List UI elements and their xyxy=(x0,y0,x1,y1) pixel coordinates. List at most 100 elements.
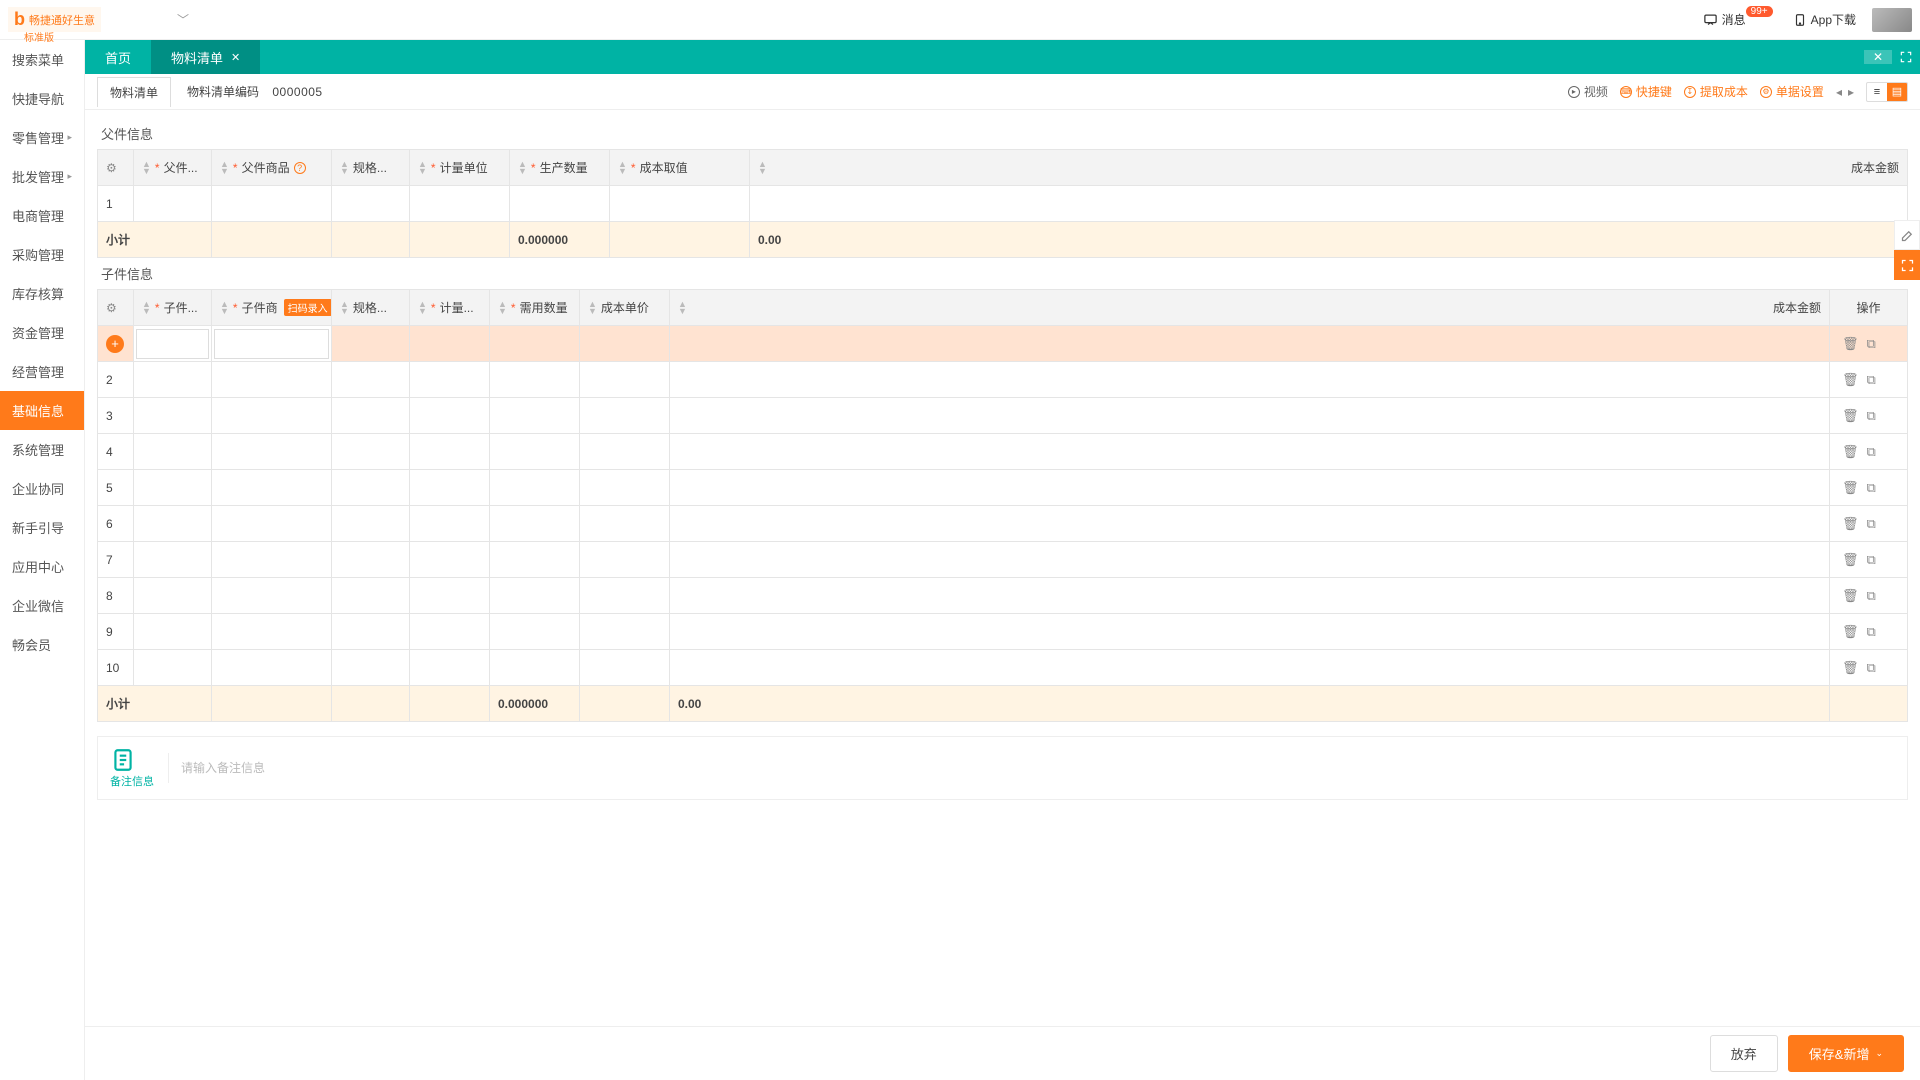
download-icon xyxy=(1793,13,1807,27)
video-action[interactable]: ▸视频 xyxy=(1568,83,1608,100)
col-parent-product[interactable]: ▲▼*父件商品? xyxy=(212,150,332,186)
float-buttons xyxy=(1894,220,1920,280)
sidebar-item-apps[interactable]: 应用中心 xyxy=(0,547,84,586)
sidebar-item-purchase[interactable]: 采购管理 xyxy=(0,235,84,274)
next-doc-button[interactable]: ▸ xyxy=(1848,85,1854,99)
delete-row-icon[interactable]: 🗑 xyxy=(1842,588,1859,603)
col-child-product[interactable]: ▲▼*子件商扫码录入 xyxy=(212,290,332,326)
sidebar-item-quick-nav[interactable]: 快捷导航 xyxy=(0,79,84,118)
expand-float-button[interactable] xyxy=(1894,250,1920,280)
delete-row-icon[interactable]: 🗑 xyxy=(1842,336,1859,351)
sidebar-item-funds[interactable]: 资金管理 xyxy=(0,313,84,352)
row-number: 2 xyxy=(98,362,134,398)
fullscreen-icon[interactable] xyxy=(1892,50,1920,64)
col-child-amount[interactable]: ▲▼成本金额 xyxy=(670,290,1830,326)
save-new-button[interactable]: 保存&新增 ⌄ xyxy=(1788,1035,1904,1072)
copy-row-icon[interactable]: ⧉ xyxy=(1867,372,1876,387)
table-row[interactable]: 10 🗑⧉ xyxy=(98,650,1908,686)
copy-row-icon[interactable]: ⧉ xyxy=(1867,588,1876,603)
col-parent-uom[interactable]: ▲▼*计量单位 xyxy=(410,150,510,186)
child-product-input[interactable] xyxy=(214,329,329,359)
column-settings-button[interactable]: ⚙ xyxy=(98,290,134,326)
doc-actions: ▸视频 ⌨快捷键 ↧提取成本 ⚙单据设置 ◂ ▸ ≡ ▤ xyxy=(1568,82,1908,102)
table-row[interactable]: 1 xyxy=(98,186,1908,222)
sidebar-item-operations[interactable]: 经营管理 xyxy=(0,352,84,391)
delete-row-icon[interactable]: 🗑 xyxy=(1842,372,1859,387)
sidebar-item-guide[interactable]: 新手引导 xyxy=(0,508,84,547)
messages-link[interactable]: 消息 99+ xyxy=(1703,11,1777,28)
copy-row-icon[interactable]: ⧉ xyxy=(1867,408,1876,423)
sort-icon: ▲▼ xyxy=(618,161,627,175)
shortcut-action[interactable]: ⌨快捷键 xyxy=(1620,83,1672,100)
copy-row-icon[interactable]: ⧉ xyxy=(1867,444,1876,459)
col-child-code[interactable]: ▲▼*子件... xyxy=(134,290,212,326)
table-row[interactable]: 6 🗑⧉ xyxy=(98,506,1908,542)
remark-input[interactable] xyxy=(168,753,1895,783)
col-label: 子件商 xyxy=(242,299,278,316)
copy-row-icon[interactable]: ⧉ xyxy=(1867,660,1876,675)
table-row[interactable]: + 🗑 ⧉ xyxy=(98,326,1908,362)
extract-cost-action[interactable]: ↧提取成本 xyxy=(1684,83,1748,100)
col-child-spec[interactable]: ▲▼规格... xyxy=(332,290,410,326)
table-row[interactable]: 5 🗑⧉ xyxy=(98,470,1908,506)
delete-row-icon[interactable]: 🗑 xyxy=(1842,624,1859,639)
delete-row-icon[interactable]: 🗑 xyxy=(1842,660,1859,675)
tab-bom[interactable]: 物料清单 ✕ xyxy=(151,40,260,74)
sidebar-item-member[interactable]: 畅会员 xyxy=(0,625,84,664)
doc-tab[interactable]: 物料清单 xyxy=(97,77,171,107)
app-download-link[interactable]: App下载 xyxy=(1793,11,1856,28)
copy-row-icon[interactable]: ⧉ xyxy=(1867,480,1876,495)
child-code-input[interactable] xyxy=(136,329,209,359)
edit-float-button[interactable] xyxy=(1894,220,1920,250)
sidebar-item-retail[interactable]: 零售管理▸ xyxy=(0,118,84,157)
sidebar-item-basic-info[interactable]: 基础信息 xyxy=(0,391,84,430)
logo-text: 畅捷通好生意 xyxy=(29,12,95,28)
discard-button[interactable]: 放弃 xyxy=(1710,1035,1778,1072)
table-row[interactable]: 4 🗑⧉ xyxy=(98,434,1908,470)
table-row[interactable]: 2 🗑 ⧉ xyxy=(98,362,1908,398)
col-parent-spec[interactable]: ▲▼规格... xyxy=(332,150,410,186)
copy-row-icon[interactable]: ⧉ xyxy=(1867,336,1876,351)
close-all-tabs-button[interactable]: ✕ xyxy=(1864,50,1892,64)
avatar[interactable] xyxy=(1872,8,1912,32)
copy-row-icon[interactable]: ⧉ xyxy=(1867,552,1876,567)
sidebar-item-inventory[interactable]: 库存核算 xyxy=(0,274,84,313)
table-row[interactable]: 3 🗑⧉ xyxy=(98,398,1908,434)
view-list-button[interactable]: ≡ xyxy=(1867,83,1887,101)
delete-row-icon[interactable]: 🗑 xyxy=(1842,516,1859,531)
sidebar-item-search-menu[interactable]: 搜索菜单 xyxy=(0,40,84,79)
sidebar-item-system[interactable]: 系统管理 xyxy=(0,430,84,469)
col-label: 成本单价 xyxy=(601,299,649,316)
col-parent-amount[interactable]: ▲▼成本金额 xyxy=(750,150,1908,186)
column-settings-button[interactable]: ⚙ xyxy=(98,150,134,186)
doc-settings-action[interactable]: ⚙单据设置 xyxy=(1760,83,1824,100)
delete-row-icon[interactable]: 🗑 xyxy=(1842,408,1859,423)
col-child-qty[interactable]: ▲▼*需用数量 xyxy=(490,290,580,326)
sidebar-item-enterprise[interactable]: 企业协同 xyxy=(0,469,84,508)
table-row[interactable]: 9 🗑⧉ xyxy=(98,614,1908,650)
col-child-uom[interactable]: ▲▼*计量... xyxy=(410,290,490,326)
prev-doc-button[interactable]: ◂ xyxy=(1836,85,1842,99)
col-parent-qty[interactable]: ▲▼*生产数量 xyxy=(510,150,610,186)
table-row[interactable]: 7 🗑⧉ xyxy=(98,542,1908,578)
delete-row-icon[interactable]: 🗑 xyxy=(1842,444,1859,459)
col-child-price[interactable]: ▲▼成本单价 xyxy=(580,290,670,326)
copy-row-icon[interactable]: ⧉ xyxy=(1867,624,1876,639)
table-row[interactable]: 8 🗑⧉ xyxy=(98,578,1908,614)
delete-row-icon[interactable]: 🗑 xyxy=(1842,552,1859,567)
sidebar-item-wechat[interactable]: 企业微信 xyxy=(0,586,84,625)
view-form-button[interactable]: ▤ xyxy=(1887,83,1907,101)
add-row-button[interactable]: + xyxy=(106,335,124,353)
col-parent-cost-src[interactable]: ▲▼*成本取值 xyxy=(610,150,750,186)
help-icon[interactable]: ? xyxy=(294,162,306,174)
sidebar-item-wholesale[interactable]: 批发管理▸ xyxy=(0,157,84,196)
col-parent-code[interactable]: ▲▼*父件... xyxy=(134,150,212,186)
copy-row-icon[interactable]: ⧉ xyxy=(1867,516,1876,531)
sort-icon: ▲▼ xyxy=(340,161,349,175)
close-icon[interactable]: ✕ xyxy=(231,51,240,64)
delete-row-icon[interactable]: 🗑 xyxy=(1842,480,1859,495)
sidebar-item-ecommerce[interactable]: 电商管理 xyxy=(0,196,84,235)
scan-entry-tag[interactable]: 扫码录入 xyxy=(284,299,332,316)
org-selector[interactable]: ﹀ xyxy=(125,7,201,32)
tab-home[interactable]: 首页 xyxy=(85,40,151,74)
